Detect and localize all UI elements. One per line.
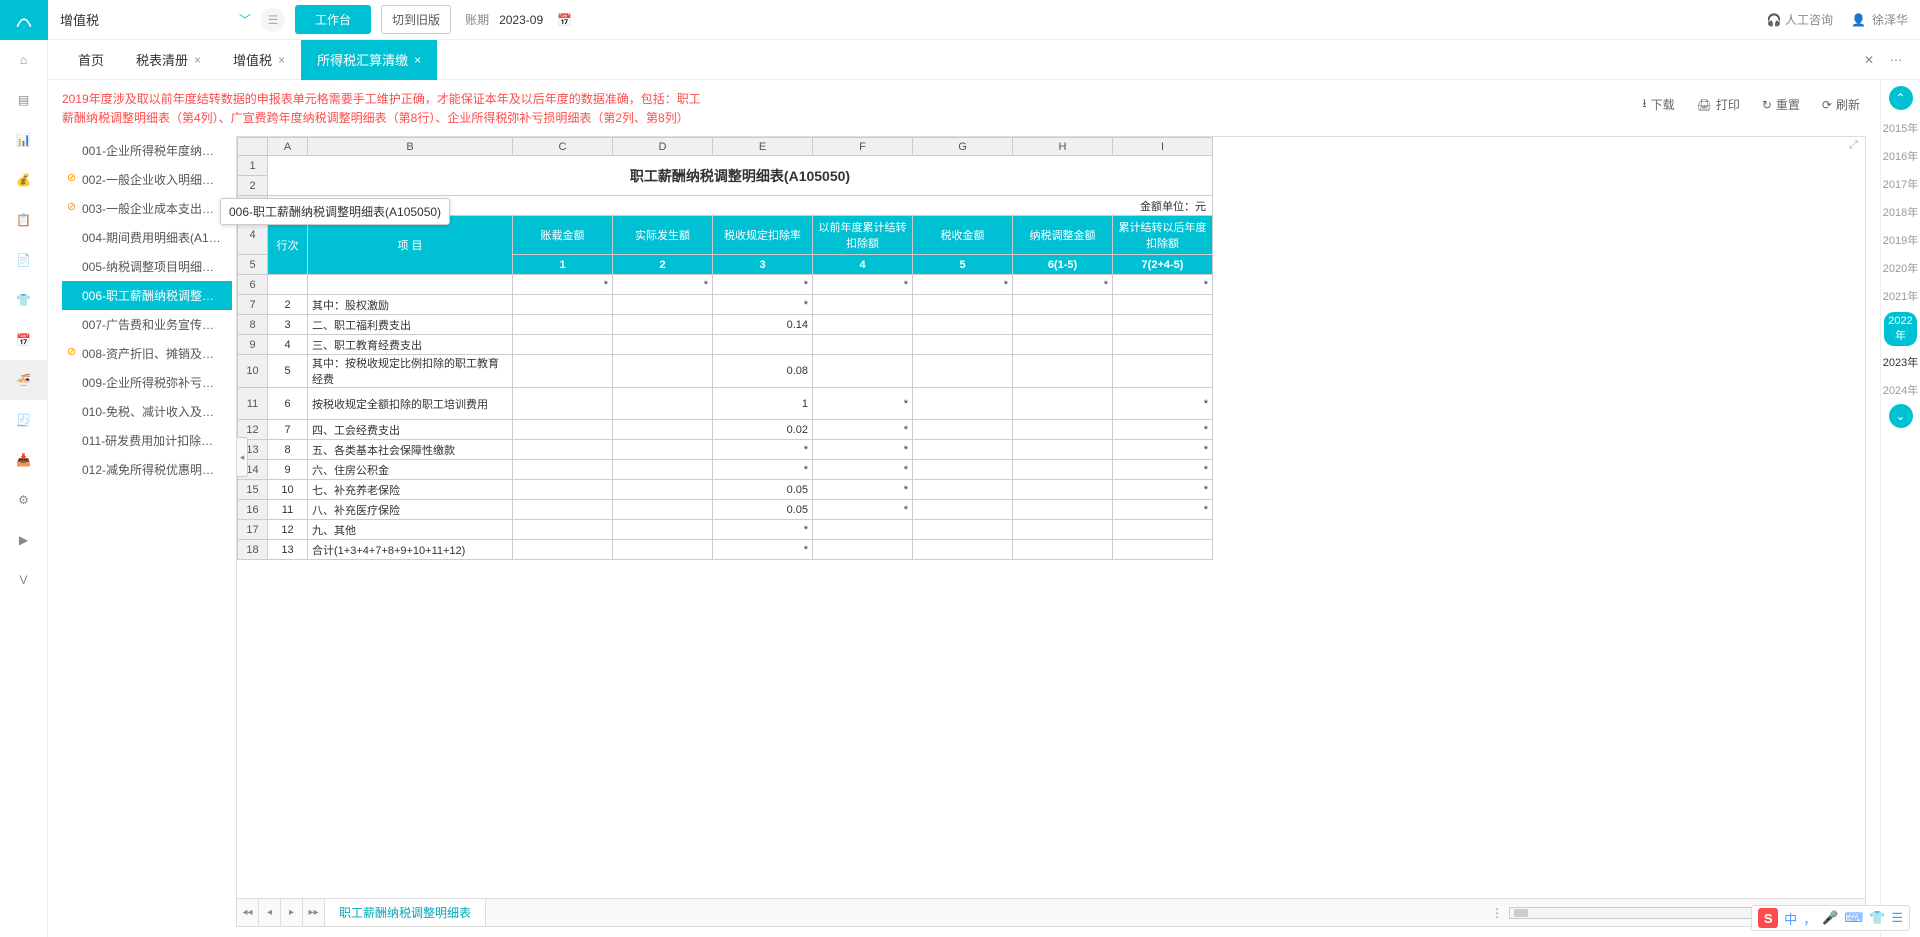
year-item[interactable]: 2019年 <box>1881 226 1920 254</box>
user-menu[interactable]: 👤 徐泽华 <box>1851 11 1908 28</box>
expand-icon[interactable]: ⤢ <box>1849 139 1863 153</box>
year-item[interactable]: 2018年 <box>1881 198 1920 226</box>
gear-icon[interactable]: ⚙ <box>0 480 48 520</box>
form-item[interactable]: ⊘002-一般企业收入明细表(A... <box>62 165 232 194</box>
form-item[interactable]: 001-企业所得税年度纳税申... <box>62 136 232 165</box>
download-button[interactable]: ⭳ 下载 <box>1642 94 1674 115</box>
form-item[interactable]: 012-减免所得税优惠明细表(... <box>62 455 232 484</box>
form-icon[interactable]: 📄 <box>0 240 48 280</box>
year-item[interactable]: 2015年 <box>1881 114 1920 142</box>
chevron-down-icon: ﹀ <box>239 11 251 28</box>
year-scroll-down[interactable]: ⌄ <box>1889 404 1913 428</box>
warn-icon: ⊘ <box>67 345 76 358</box>
sheet-tab[interactable]: 职工薪酬纳税调整明细表 <box>325 899 486 927</box>
ime-logo[interactable]: S <box>1758 908 1778 928</box>
shirt-icon[interactable]: 👕 <box>0 280 48 320</box>
sheet-nav-first[interactable]: ◂◂ <box>237 899 259 927</box>
year-item[interactable]: 2017年 <box>1881 170 1920 198</box>
chart-icon[interactable]: 📊 <box>0 120 48 160</box>
app-logo[interactable] <box>0 0 48 40</box>
tab-税表清册[interactable]: 税表清册× <box>120 40 217 80</box>
sheet-tab-bar: ◂◂ ◂ ▸ ▸▸ 职工薪酬纳税调整明细表 ⋮ <box>237 898 1865 926</box>
form-item[interactable]: 004-期间费用明细表(A1040... <box>62 223 232 252</box>
form-item[interactable]: ⊘003-一般企业成本支出明细... <box>62 194 232 223</box>
form-tooltip: 006-职工薪酬纳税调整明细表(A105050) <box>220 198 450 225</box>
year-item[interactable]: 2024年 <box>1881 376 1920 404</box>
year-item[interactable]: 2020年 <box>1881 254 1920 282</box>
close-icon[interactable]: × <box>414 53 421 67</box>
inbox-icon[interactable]: 📥 <box>0 440 48 480</box>
tab-首页[interactable]: 首页 <box>62 40 120 80</box>
tab-增值税[interactable]: 增值税× <box>217 40 301 80</box>
period-label: 账期 <box>465 11 489 28</box>
year-item[interactable]: 2016年 <box>1881 142 1920 170</box>
ime-bar: S 中 ， 🎤 ⌨ 👕 ☰ <box>1751 905 1910 931</box>
form-item[interactable]: 011-研发费用加计扣除优惠... <box>62 426 232 455</box>
ime-lang[interactable]: 中 <box>1784 909 1797 928</box>
close-icon[interactable]: × <box>194 53 201 67</box>
bowl-icon[interactable]: 🍜 <box>0 360 48 400</box>
ime-skin-icon[interactable]: 👕 <box>1869 910 1885 926</box>
avatar-icon: 👤 <box>1851 13 1866 27</box>
tax-type-select[interactable]: 增值税 ﹀ <box>60 10 251 29</box>
clipboard-icon[interactable]: 📋 <box>0 200 48 240</box>
reset-button[interactable]: ↻ 重置 <box>1762 94 1800 115</box>
top-bar: 增值税 ﹀ ☰ 工作台 切到旧版 账期 2023-09 📅 🎧 人工咨询 👤 徐… <box>48 0 1920 40</box>
warn-icon: ⊘ <box>67 200 76 213</box>
print-button[interactable]: 🖨 打印 <box>1697 94 1740 115</box>
left-nav-rail: ⌂ ▤ 📊 💰 📋 📄 👕 📅 🍜 🧾 📥 ⚙ ▶ V <box>0 0 48 937</box>
tax-type-label: 增值税 <box>60 10 99 29</box>
year-item[interactable]: 2023年 <box>1881 348 1920 376</box>
ime-menu-icon[interactable]: ☰ <box>1891 910 1903 926</box>
sheet-nav-next[interactable]: ▸ <box>281 899 303 927</box>
form-item[interactable]: 005-纳税调整项目明细表(A1... <box>62 252 232 281</box>
workbench-button[interactable]: 工作台 <box>295 5 371 34</box>
ime-keyboard-icon[interactable]: ⌨ <box>1844 910 1863 926</box>
close-tab-icon[interactable]: ✕ <box>1860 49 1878 71</box>
user-name: 徐泽华 <box>1872 11 1908 28</box>
ime-mic-icon[interactable]: 🎤 <box>1822 910 1838 926</box>
sheet-nav-prev[interactable]: ◂ <box>259 899 281 927</box>
consult-link[interactable]: 🎧 人工咨询 <box>1767 11 1833 28</box>
form-item[interactable]: 007-广告费和业务宣传费跨... <box>62 310 232 339</box>
year-item[interactable]: 2022年 <box>1884 312 1917 346</box>
form-item[interactable]: ⊘008-资产折旧、摊销及纳税... <box>62 339 232 368</box>
collapse-handle[interactable]: ◂ <box>236 437 248 477</box>
form-item[interactable]: 010-免税、减计收入及加计... <box>62 397 232 426</box>
spreadsheet: ⤢ ◂ ABCDEFGHI1职工薪酬纳税调整明细表(A105050)23金额单位… <box>236 136 1866 927</box>
switch-old-button[interactable]: 切到旧版 <box>381 5 451 34</box>
bag-icon[interactable]: 💰 <box>0 160 48 200</box>
form-list: 001-企业所得税年度纳税申...⊘002-一般企业收入明细表(A...⊘003… <box>62 136 232 927</box>
more-tabs-icon[interactable]: ⋯ <box>1886 49 1906 71</box>
warning-text: 2019年度涉及取以前年度结转数据的申报表单元格需要手工维护正确，才能保证本年及… <box>62 90 712 128</box>
year-scroll-up[interactable]: ⌃ <box>1889 86 1913 110</box>
close-icon[interactable]: × <box>278 53 285 67</box>
tab-所得税汇算清缴[interactable]: 所得税汇算清缴× <box>301 40 437 80</box>
ime-punct[interactable]: ， <box>1803 909 1816 928</box>
year-item[interactable]: 2021年 <box>1881 282 1920 310</box>
refresh-button[interactable]: ⟳ 刷新 <box>1822 94 1860 115</box>
form-item[interactable]: 006-职工薪酬纳税调整明细... <box>62 281 232 310</box>
v-icon[interactable]: V <box>0 560 48 600</box>
info-circle-icon[interactable]: ☰ <box>261 8 285 32</box>
home-icon[interactable]: ⌂ <box>0 40 48 80</box>
doc-icon[interactable]: ▤ <box>0 80 48 120</box>
warn-icon: ⊘ <box>67 171 76 184</box>
receipt-icon[interactable]: 🧾 <box>0 400 48 440</box>
period-value[interactable]: 2023-09 <box>499 13 543 27</box>
form-item[interactable]: 009-企业所得税弥补亏损明... <box>62 368 232 397</box>
calendar-icon[interactable]: 📅 <box>0 320 48 360</box>
video-icon[interactable]: ▶ <box>0 520 48 560</box>
sheet-toolbar: ⭳ 下载 🖨 打印 ↻ 重置 ⟳ 刷新 <box>1642 94 1860 115</box>
sheet-nav-last[interactable]: ▸▸ <box>303 899 325 927</box>
calendar-icon[interactable]: 📅 <box>557 13 572 27</box>
year-rail: ⌃ 2015年2016年2017年2018年2019年2020年2021年202… <box>1880 80 1920 937</box>
page-tabs: 首页税表清册×增值税×所得税汇算清缴× ✕ ⋯ <box>48 40 1920 80</box>
